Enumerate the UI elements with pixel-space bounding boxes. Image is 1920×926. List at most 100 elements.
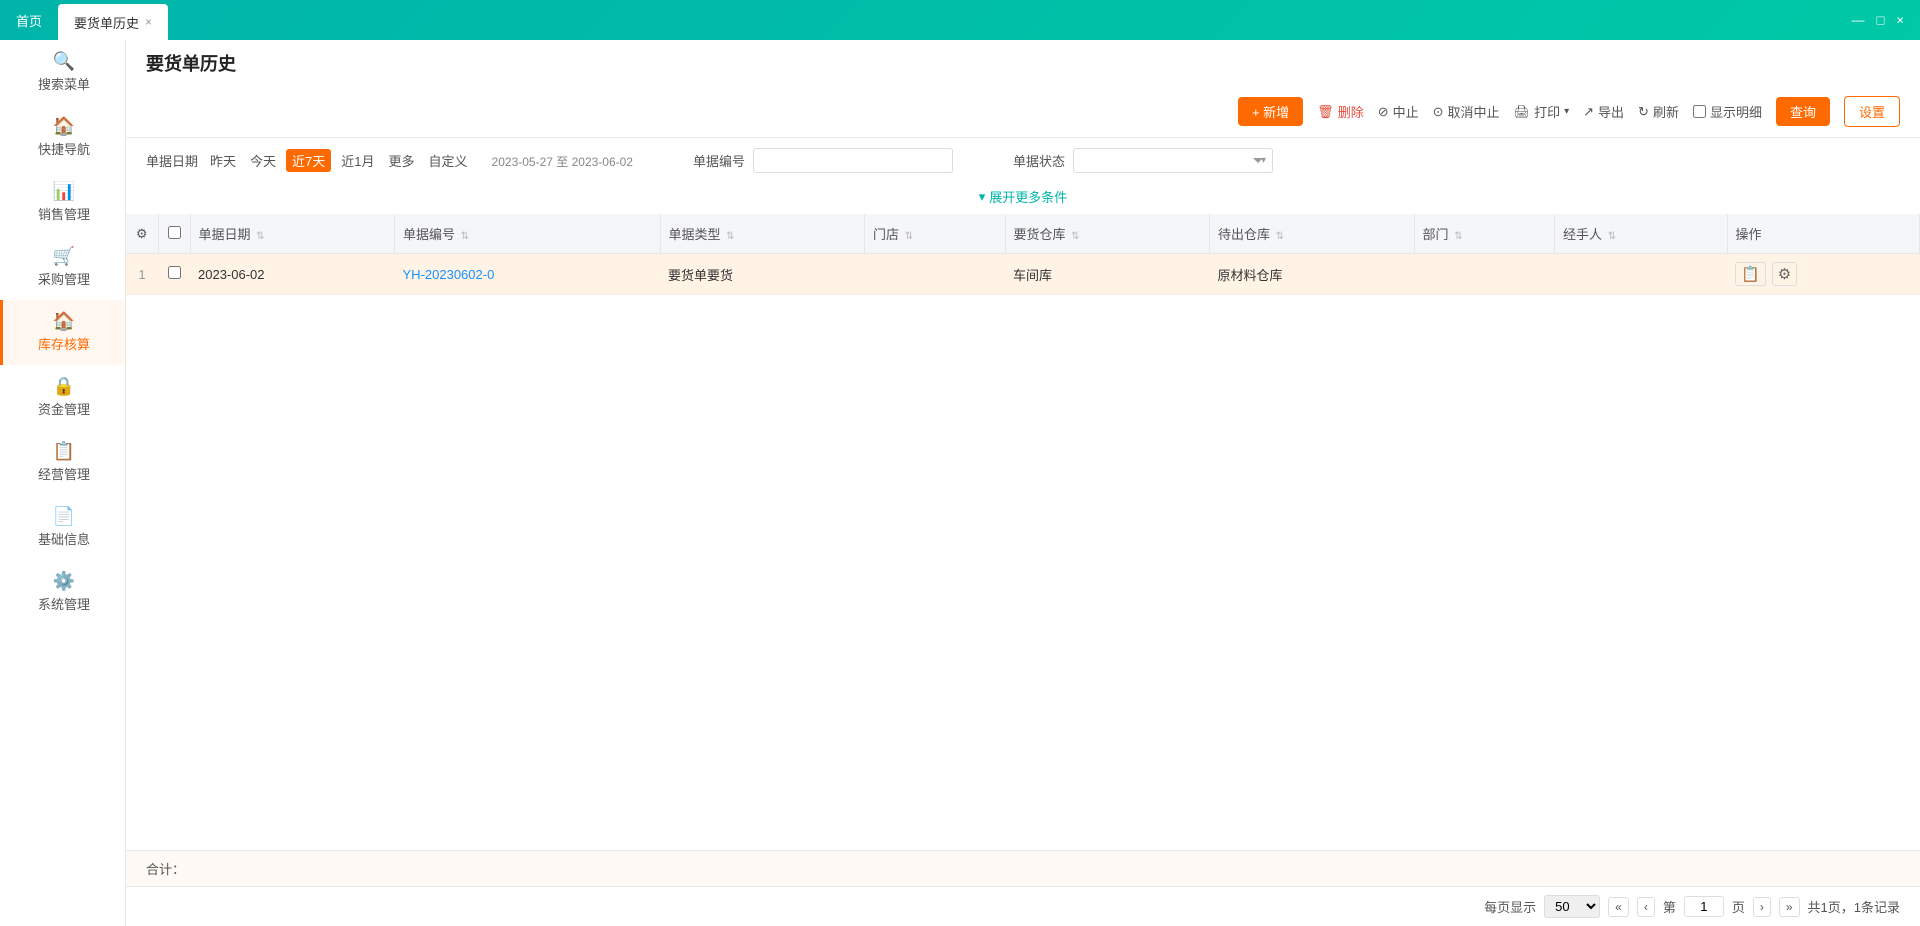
sidebar-item-sales[interactable]: 📊 销售管理 — [0, 170, 125, 235]
sidebar: 🔍 搜索菜单 🏠 快捷导航 📊 销售管理 🛒 采购管理 🏠 库存核算 🔒 资金管… — [0, 40, 126, 926]
sidebar-item-search[interactable]: 🔍 搜索菜单 — [0, 40, 125, 105]
sidebar-item-finance-label: 资金管理 — [38, 399, 90, 418]
col-handler: 经手人 ⇅ — [1555, 214, 1727, 254]
page-prefix-label: 第 — [1663, 897, 1676, 916]
print-button[interactable]: 🖨 打印 ▾ — [1514, 102, 1570, 121]
delete-icon: 🗑 — [1317, 104, 1334, 120]
page-header-row: 要货单历史 — [126, 40, 1920, 88]
tab-requisition-history[interactable]: 要货单历史 × — [58, 4, 168, 40]
settings-button[interactable]: 设置 — [1844, 96, 1900, 127]
page-num-input[interactable] — [1684, 896, 1724, 917]
last-page-btn[interactable]: » — [1779, 897, 1800, 917]
date-range-display: 2023-05-27 至 2023-06-02 — [492, 153, 633, 170]
prev-page-btn[interactable]: ‹ — [1637, 897, 1655, 917]
row-department — [1414, 254, 1554, 295]
sidebar-item-system[interactable]: ⚙️ 系统管理 — [0, 560, 125, 625]
sort-doc-date-icon[interactable]: ⇅ — [256, 231, 264, 242]
delete-button[interactable]: 🗑 删除 — [1317, 102, 1364, 121]
col-doc-date: 单据日期 ⇅ — [190, 214, 395, 254]
col-doc-no: 单据编号 ⇅ — [395, 214, 661, 254]
first-page-btn[interactable]: « — [1608, 897, 1629, 917]
row-checkbox[interactable] — [168, 266, 181, 279]
new-button[interactable]: + 新增 — [1238, 97, 1303, 126]
row-doc-date: 2023-06-02 — [190, 254, 395, 295]
tab-home[interactable]: 首页 — [0, 0, 58, 40]
home-icon: 🏠 — [53, 117, 75, 135]
sidebar-item-sales-label: 销售管理 — [38, 204, 90, 223]
doc-date-label: 单据日期 — [146, 151, 198, 170]
operations-icon: 📋 — [53, 442, 75, 460]
date-shortcuts: 昨天 今天 近7天 近1月 更多 自定义 — [206, 149, 472, 172]
next-page-btn[interactable]: › — [1753, 897, 1771, 917]
search-icon: 🔍 — [53, 52, 75, 70]
filter-group-date: 单据日期 昨天 今天 近7天 近1月 更多 自定义 — [146, 149, 472, 172]
expand-more-btn[interactable]: ▾ 展开更多条件 — [146, 181, 1900, 214]
stop-icon: ⊘ — [1378, 104, 1389, 120]
sidebar-item-quick-nav-label: 快捷导航 — [38, 139, 90, 158]
doc-no-label: 单据编号 — [693, 151, 745, 170]
filter-row-1: 单据日期 昨天 今天 近7天 近1月 更多 自定义 2023-05-27 至 2… — [146, 148, 1900, 173]
sidebar-item-operations[interactable]: 📋 经营管理 — [0, 430, 125, 495]
col-settings[interactable]: ⚙ — [126, 214, 158, 254]
window-maximize[interactable]: □ — [1877, 13, 1885, 28]
tab-close-icon[interactable]: × — [145, 15, 152, 29]
sidebar-item-basic-info-label: 基础信息 — [38, 529, 90, 548]
sidebar-item-purchase[interactable]: 🛒 采购管理 — [0, 235, 125, 300]
export-button[interactable]: ↗ 导出 — [1583, 102, 1624, 121]
content: 要货单历史 + 新增 🗑 删除 ⊘ 中止 ⊙ 取消中止 🖨 打印 — [126, 40, 1920, 926]
shortcut-custom[interactable]: 自定义 — [425, 149, 472, 172]
col-checkbox — [158, 214, 190, 254]
window-minimize[interactable]: — — [1852, 13, 1865, 28]
doc-status-label: 单据状态 — [1013, 151, 1065, 170]
sidebar-item-quick-nav[interactable]: 🏠 快捷导航 — [0, 105, 125, 170]
row-num: 1 — [126, 254, 158, 295]
query-button[interactable]: 查询 — [1776, 97, 1830, 126]
col-actions: 操作 — [1727, 214, 1920, 254]
stop-button[interactable]: ⊘ 中止 — [1378, 102, 1419, 121]
export-icon: ↗ — [1583, 104, 1594, 120]
col-req-warehouse: 要货仓库 ⇅ — [1005, 214, 1210, 254]
sort-req-warehouse-icon[interactable]: ⇅ — [1071, 231, 1079, 242]
sort-doc-no-icon[interactable]: ⇅ — [461, 231, 469, 242]
edit-action-icon[interactable]: ⚙ — [1772, 262, 1797, 286]
sidebar-item-finance[interactable]: 🔒 资金管理 — [0, 365, 125, 430]
sidebar-item-inventory[interactable]: 🏠 库存核算 — [0, 300, 125, 365]
refresh-button[interactable]: ↻ 刷新 — [1638, 102, 1679, 121]
row-req-warehouse: 车间库 — [1005, 254, 1210, 295]
print-icon: 🖨 — [1514, 104, 1531, 120]
shortcut-yesterday[interactable]: 昨天 — [206, 149, 240, 172]
shortcut-last1month[interactable]: 近1月 — [337, 149, 378, 172]
row-handler — [1555, 254, 1727, 295]
doc-no-input[interactable] — [753, 148, 953, 173]
toolbar-row: + 新增 🗑 删除 ⊘ 中止 ⊙ 取消中止 🖨 打印 ▾ ↗ 导出 — [126, 88, 1920, 138]
per-page-select[interactable]: 10 20 50 100 — [1544, 895, 1600, 918]
print-dropdown-icon: ▾ — [1564, 106, 1569, 117]
cancel-stop-button[interactable]: ⊙ 取消中止 — [1433, 102, 1500, 121]
window-close[interactable]: × — [1896, 13, 1904, 28]
sort-department-icon[interactable]: ⇅ — [1454, 231, 1462, 242]
per-page-label: 每页显示 — [1484, 897, 1536, 916]
view-action-icon[interactable]: 📋 — [1735, 262, 1766, 286]
sort-store-icon[interactable]: ⇅ — [905, 231, 913, 242]
tab-list: 首页 要货单历史 × — [0, 0, 168, 40]
row-actions: 📋 ⚙ — [1727, 254, 1920, 295]
col-pending-warehouse: 待出仓库 ⇅ — [1210, 214, 1415, 254]
sort-handler-icon[interactable]: ⇅ — [1608, 231, 1616, 242]
col-store: 门店 ⇅ — [865, 214, 1005, 254]
row-checkbox-cell — [158, 254, 190, 295]
sort-pending-warehouse-icon[interactable]: ⇅ — [1276, 231, 1284, 242]
row-doc-no-link[interactable]: YH-20230602-0 — [403, 267, 495, 282]
doc-status-select[interactable] — [1073, 148, 1273, 173]
shortcut-last7days[interactable]: 近7天 — [286, 149, 331, 172]
shortcut-today[interactable]: 今天 — [246, 149, 280, 172]
shortcut-more[interactable]: 更多 — [385, 149, 419, 172]
select-all-checkbox[interactable] — [168, 226, 181, 239]
sidebar-item-basic-info[interactable]: 📄 基础信息 — [0, 495, 125, 560]
display-detail-checkbox[interactable] — [1693, 105, 1706, 118]
system-icon: ⚙️ — [53, 572, 75, 590]
sort-doc-type-icon[interactable]: ⇅ — [726, 231, 734, 242]
table-container[interactable]: ⚙ 单据日期 ⇅ 单据编号 ⇅ 单据类型 — [126, 214, 1920, 850]
sidebar-item-operations-label: 经营管理 — [38, 464, 90, 483]
display-detail-button[interactable]: 显示明细 — [1693, 102, 1762, 121]
summary-bar: 合计： — [126, 851, 1920, 887]
